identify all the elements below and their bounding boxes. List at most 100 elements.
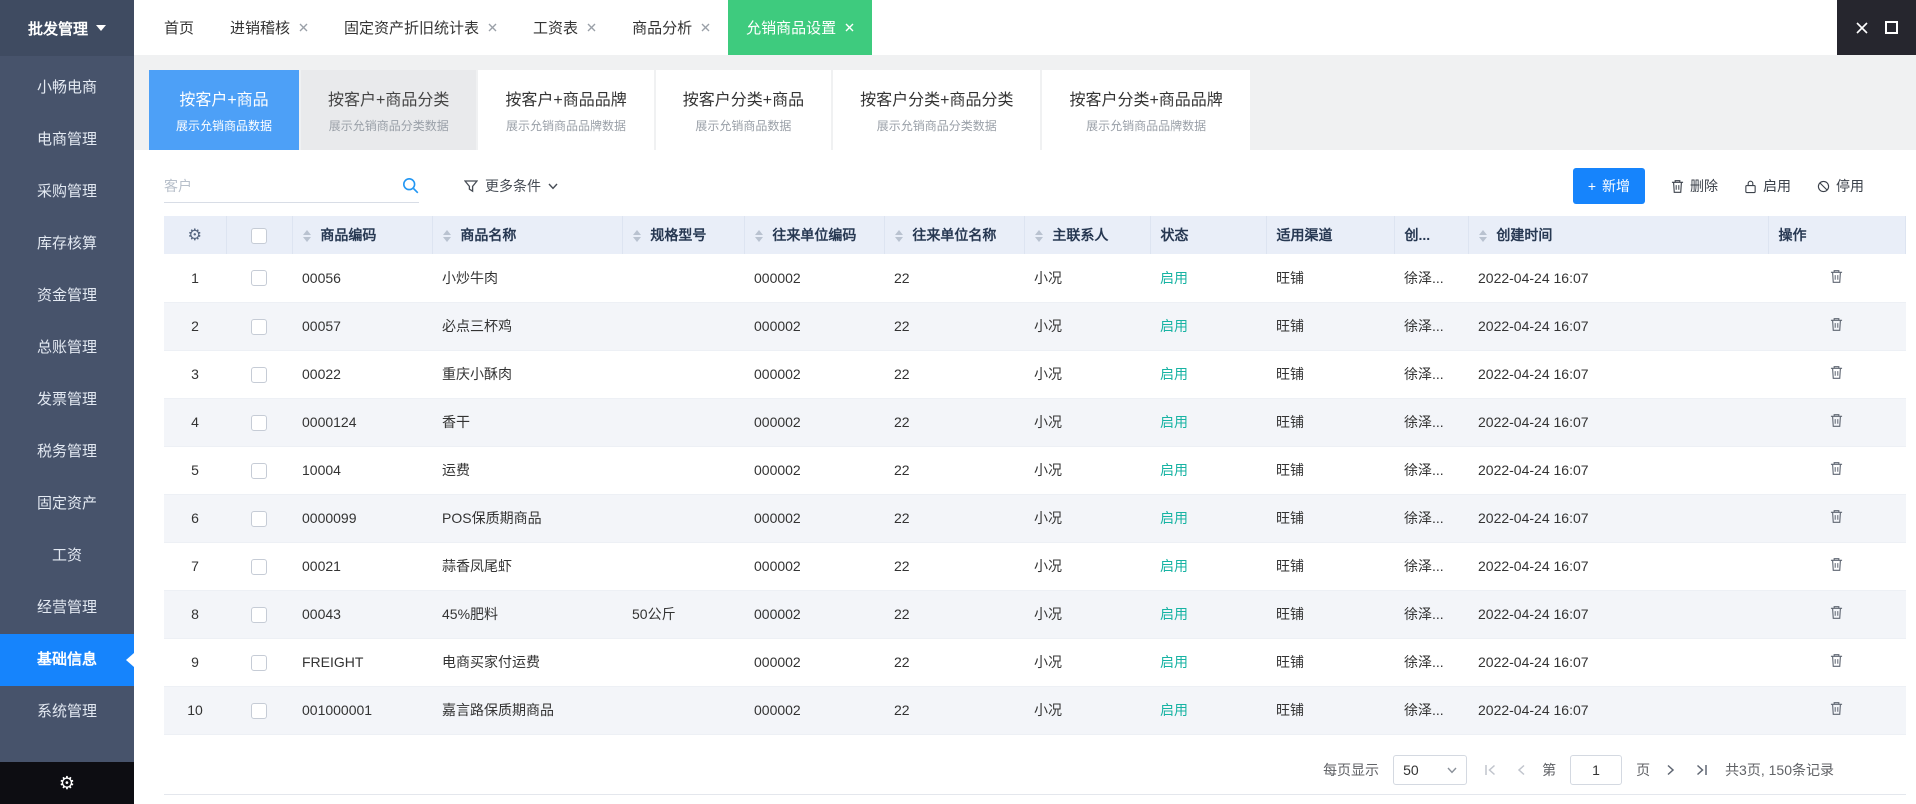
column-header[interactable]: 主联系人 xyxy=(1024,216,1151,254)
search-icon[interactable] xyxy=(402,177,419,194)
row-checkbox[interactable] xyxy=(251,606,267,623)
enable-button[interactable]: 启用 xyxy=(1744,176,1791,196)
tab[interactable]: 首页 xyxy=(146,0,212,55)
status-enabled-link[interactable]: 启用 xyxy=(1160,558,1188,574)
trash-icon[interactable] xyxy=(1830,269,1843,284)
close-icon[interactable] xyxy=(845,23,854,32)
view-tab-card[interactable]: 按客户+商品品牌 展示允销商品品牌数据 xyxy=(478,70,654,150)
select-all-checkbox[interactable] xyxy=(251,227,267,244)
sidebar-item[interactable]: 总账管理 xyxy=(0,322,134,374)
sort-icon[interactable] xyxy=(754,230,763,243)
trash-icon[interactable] xyxy=(1830,461,1843,476)
column-header[interactable]: 创建时间 xyxy=(1468,216,1769,254)
table-row[interactable]: 8 00043 45%肥料 50公斤 000002 22 小况 启用 旺铺 徐泽… xyxy=(164,590,1906,639)
search-input[interactable] xyxy=(164,177,396,194)
row-checkbox[interactable] xyxy=(251,462,267,479)
trash-icon[interactable] xyxy=(1830,605,1843,620)
tab[interactable]: 允销商品设置 xyxy=(728,0,873,55)
table-row[interactable]: 10 001000001 嘉言路保质期商品 000002 22 小况 启用 旺铺… xyxy=(164,686,1906,735)
sidebar-item[interactable]: 固定资产 xyxy=(0,478,134,530)
more-filters-button[interactable]: 更多条件 xyxy=(464,176,558,196)
trash-icon[interactable] xyxy=(1830,365,1843,380)
tab[interactable]: 固定资产折旧统计表 xyxy=(326,0,515,55)
window-maximize-icon[interactable] xyxy=(1885,21,1898,34)
column-header[interactable]: 往来单位编码 xyxy=(744,216,885,254)
column-settings-gear-icon[interactable]: ⚙ xyxy=(188,227,202,244)
status-enabled-link[interactable]: 启用 xyxy=(1160,414,1188,430)
row-checkbox[interactable] xyxy=(251,318,267,335)
trash-icon[interactable] xyxy=(1830,557,1843,572)
page-input[interactable] xyxy=(1570,755,1623,785)
status-enabled-link[interactable]: 启用 xyxy=(1160,654,1188,670)
sidebar-item[interactable]: 工资 xyxy=(0,530,134,582)
column-header[interactable]: 商品编码 xyxy=(292,216,433,254)
sidebar-item[interactable]: 库存核算 xyxy=(0,218,134,270)
sort-icon[interactable] xyxy=(302,230,311,243)
row-checkbox[interactable] xyxy=(251,702,267,719)
add-button[interactable]: + 新增 xyxy=(1572,168,1645,204)
column-header[interactable]: 规格型号 xyxy=(622,216,745,254)
sort-icon[interactable] xyxy=(894,230,903,243)
row-checkbox[interactable] xyxy=(251,654,267,671)
column-header[interactable]: 往来单位名称 xyxy=(884,216,1025,254)
close-icon[interactable] xyxy=(488,23,497,32)
table-row[interactable]: 4 0000124 香干 000002 22 小况 启用 旺铺 徐泽... 20… xyxy=(164,398,1906,447)
close-icon[interactable] xyxy=(587,23,596,32)
table-row[interactable]: 9 FREIGHT 电商买家付运费 000002 22 小况 启用 旺铺 徐泽.… xyxy=(164,638,1906,687)
sort-icon[interactable] xyxy=(442,230,451,243)
status-enabled-link[interactable]: 启用 xyxy=(1160,270,1188,286)
tab[interactable]: 商品分析 xyxy=(614,0,728,55)
view-tab-card[interactable]: 按客户分类+商品品牌 展示允销商品品牌数据 xyxy=(1042,70,1250,150)
row-checkbox[interactable] xyxy=(251,558,267,575)
gear-icon[interactable]: ⚙ xyxy=(59,773,75,794)
column-header[interactable]: 创... xyxy=(1394,216,1469,254)
status-enabled-link[interactable]: 启用 xyxy=(1160,606,1188,622)
prev-page-button[interactable] xyxy=(1514,761,1528,779)
sort-icon[interactable] xyxy=(632,230,641,243)
sidebar-item[interactable]: 发票管理 xyxy=(0,374,134,426)
status-enabled-link[interactable]: 启用 xyxy=(1160,510,1188,526)
close-icon[interactable] xyxy=(299,23,308,32)
sort-icon[interactable] xyxy=(1034,230,1043,243)
sidebar-item[interactable]: 小畅电商 xyxy=(0,62,134,114)
sidebar-item[interactable]: 基础信息 xyxy=(0,634,134,686)
table-row[interactable]: 2 00057 必点三杯鸡 000002 22 小况 启用 旺铺 徐泽... 2… xyxy=(164,302,1906,351)
last-page-button[interactable] xyxy=(1692,761,1711,779)
status-enabled-link[interactable]: 启用 xyxy=(1160,318,1188,334)
next-page-button[interactable] xyxy=(1664,761,1678,779)
sidebar-item[interactable]: 采购管理 xyxy=(0,166,134,218)
disable-button[interactable]: 停用 xyxy=(1817,176,1864,196)
status-enabled-link[interactable]: 启用 xyxy=(1160,366,1188,382)
table-row[interactable]: 1 00056 小炒牛肉 000002 22 小况 启用 旺铺 徐泽... 20… xyxy=(164,254,1906,303)
first-page-button[interactable] xyxy=(1481,761,1500,779)
column-header[interactable]: 商品名称 xyxy=(432,216,623,254)
status-enabled-link[interactable]: 启用 xyxy=(1160,702,1188,718)
table-row[interactable]: 5 10004 运费 000002 22 小况 启用 旺铺 徐泽... 2022… xyxy=(164,446,1906,495)
column-header[interactable]: 操作 xyxy=(1768,216,1906,254)
sidebar-item[interactable]: 税务管理 xyxy=(0,426,134,478)
trash-icon[interactable] xyxy=(1830,701,1843,716)
row-checkbox[interactable] xyxy=(251,414,267,431)
delete-button[interactable]: 删除 xyxy=(1671,176,1718,196)
view-tab-card[interactable]: 按客户+商品分类 展示允销商品分类数据 xyxy=(301,70,477,150)
trash-icon[interactable] xyxy=(1830,509,1843,524)
row-checkbox[interactable] xyxy=(251,366,267,383)
table-row[interactable]: 6 0000099 POS保质期商品 000002 22 小况 启用 旺铺 徐泽… xyxy=(164,494,1906,543)
sidebar-item[interactable]: 系统管理 xyxy=(0,686,134,738)
module-switcher[interactable]: 批发管理 xyxy=(0,0,134,56)
table-row[interactable]: 3 00022 重庆小酥肉 000002 22 小况 启用 旺铺 徐泽... 2… xyxy=(164,350,1906,399)
table-row[interactable]: 7 00021 蒜香凤尾虾 000002 22 小况 启用 旺铺 徐泽... 2… xyxy=(164,542,1906,591)
trash-icon[interactable] xyxy=(1830,653,1843,668)
status-enabled-link[interactable]: 启用 xyxy=(1160,462,1188,478)
row-checkbox[interactable] xyxy=(251,510,267,527)
column-header[interactable]: 状态 xyxy=(1150,216,1267,254)
sidebar-item[interactable]: 电商管理 xyxy=(0,114,134,166)
sort-icon[interactable] xyxy=(1478,230,1487,243)
sidebar-item[interactable]: 资金管理 xyxy=(0,270,134,322)
tab[interactable]: 工资表 xyxy=(515,0,614,55)
close-icon[interactable] xyxy=(701,23,710,32)
view-tab-card[interactable]: 按客户分类+商品 展示允销商品数据 xyxy=(655,70,832,150)
view-tab-card[interactable]: 按客户分类+商品分类 展示允销商品分类数据 xyxy=(833,70,1041,150)
per-page-select[interactable]: 50 xyxy=(1393,755,1468,785)
trash-icon[interactable] xyxy=(1830,413,1843,428)
